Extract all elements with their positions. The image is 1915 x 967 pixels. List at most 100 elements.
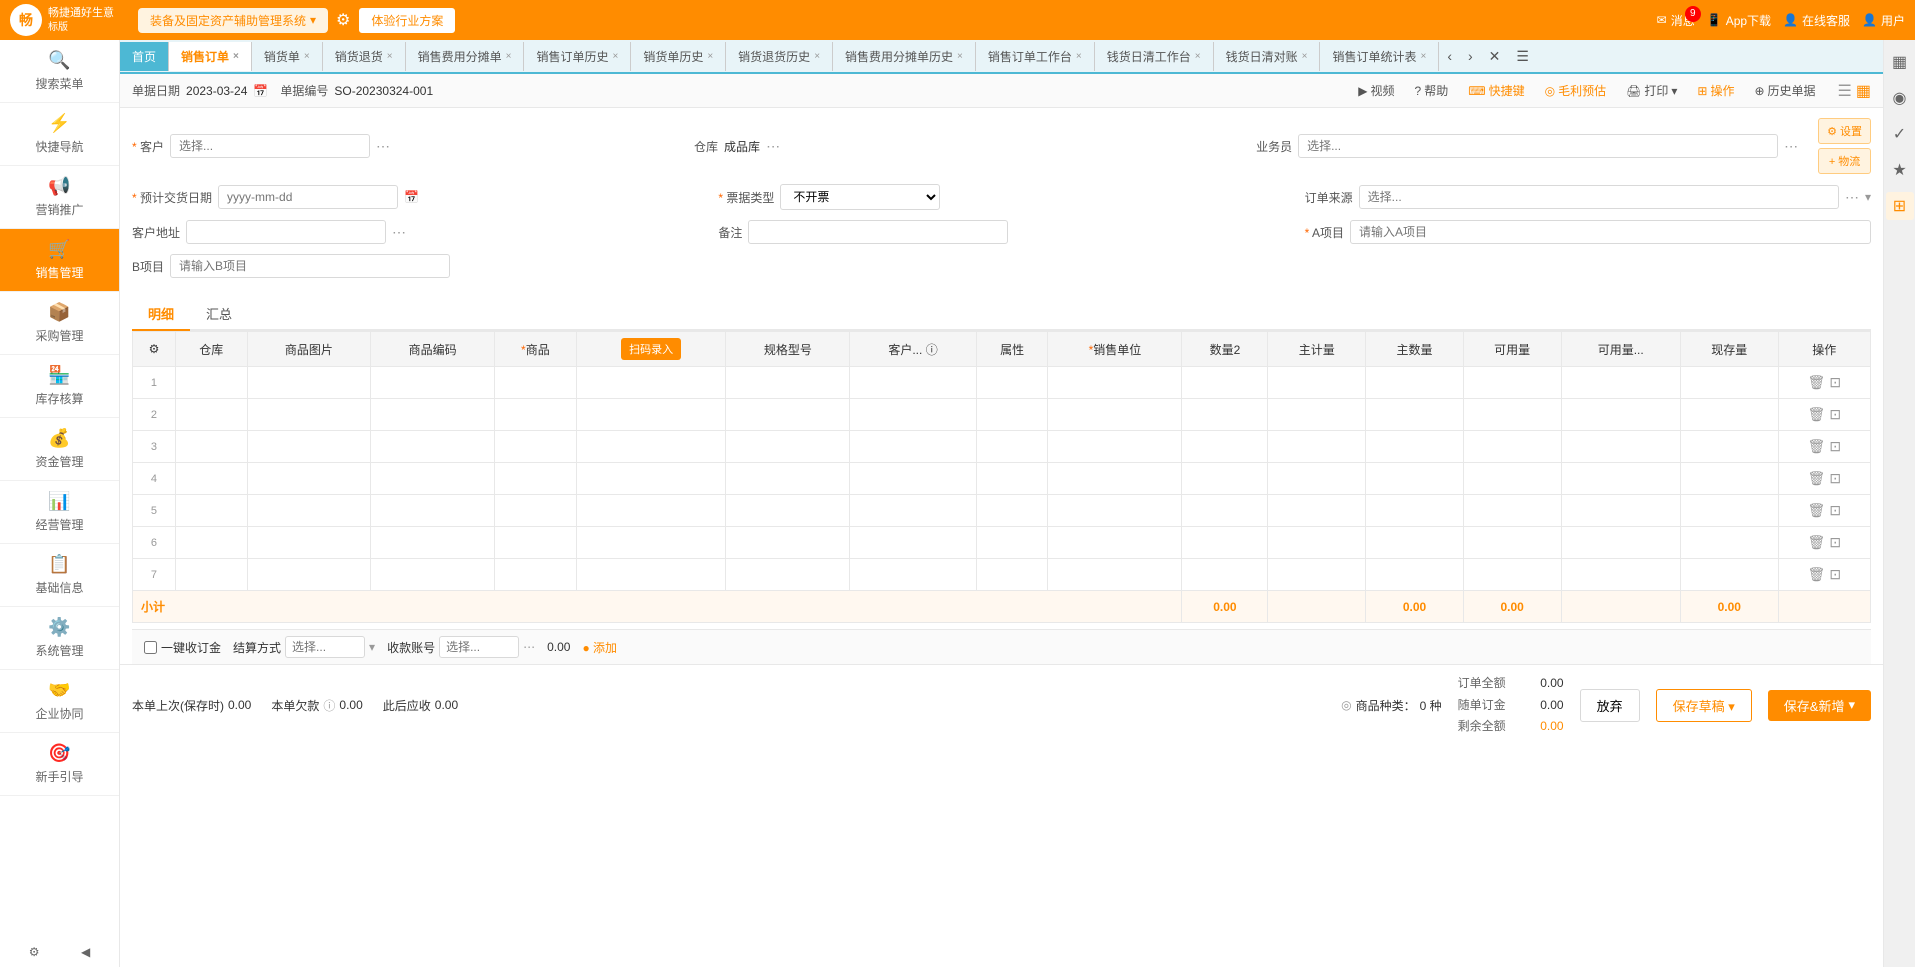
tab-sales-expense-history[interactable]: 销售费用分摊单历史 × <box>833 42 976 71</box>
calendar-icon-delivery[interactable]: 📅 <box>404 190 419 204</box>
history-btn[interactable]: ⊕ 历史单据 <box>1748 80 1821 101</box>
discard-btn[interactable]: 放弃 <box>1580 689 1640 722</box>
delete-row-4-icon[interactable]: 🗑 <box>1808 470 1826 487</box>
ops-btn[interactable]: ⊞ 操作 <box>1691 80 1740 101</box>
b-project-input[interactable] <box>170 254 450 278</box>
copy-row-3-icon[interactable]: ⊡ <box>1829 438 1841 455</box>
tab-sales-expense[interactable]: 销售费用分摊单 × <box>406 42 525 71</box>
delete-row-5-icon[interactable]: 🗑 <box>1808 502 1826 519</box>
close-tab-sales-return-hist2[interactable]: × <box>814 51 820 62</box>
tab-sales-order[interactable]: 销售订单 × <box>169 42 252 71</box>
tab-sales-order-history[interactable]: 销售订单历史 × <box>524 42 631 71</box>
remark-input[interactable] <box>748 220 1008 244</box>
tab-close-all-btn[interactable]: ✕ <box>1481 44 1509 69</box>
staff-more-icon[interactable]: ⋯ <box>1784 138 1798 155</box>
sidebar-item-finance[interactable]: 💰 资金管理 <box>0 418 119 481</box>
staff-input[interactable] <box>1298 134 1778 158</box>
layout-grid-icon[interactable]: ▦ <box>1856 81 1871 101</box>
tab-sales-return-hist2[interactable]: 销货退货历史 × <box>726 42 833 71</box>
copy-row-4-icon[interactable]: ⊡ <box>1829 470 1841 487</box>
tab-sales-stats[interactable]: 销售订单统计表 × <box>1320 42 1439 71</box>
row-sales-unit-1[interactable] <box>1048 367 1182 399</box>
tab-sales-return2[interactable]: 销货退货 × <box>323 42 406 71</box>
tab-cash-daily[interactable]: 钱货日清工作台 × <box>1095 42 1214 71</box>
app-download-btn[interactable]: 📱 App下载 <box>1707 12 1771 29</box>
address-input[interactable] <box>186 220 386 244</box>
chevron-down-icon-source[interactable]: ▾ <box>1865 190 1871 204</box>
tab-sales-return[interactable]: 销货单 × <box>252 42 323 71</box>
view-btn[interactable]: ▶ 视频 <box>1352 80 1400 101</box>
close-tab-cash-daily[interactable]: × <box>1195 51 1201 62</box>
copy-row-2-icon[interactable]: ⊡ <box>1829 406 1841 423</box>
close-tab-sales-return[interactable]: × <box>304 51 310 62</box>
tab-next-btn[interactable]: › <box>1460 44 1481 68</box>
right-panel-scan-icon[interactable]: ⊞ <box>1886 192 1914 220</box>
right-panel-check-icon[interactable]: ✓ <box>1886 120 1914 148</box>
row-attributes-1[interactable] <box>976 367 1048 399</box>
sidebar-item-purchase[interactable]: 📦 采购管理 <box>0 292 119 355</box>
sidebar-item-operations[interactable]: 📊 经营管理 <box>0 481 119 544</box>
row-warehouse-1[interactable] <box>175 367 247 399</box>
close-tab-sales-order-history[interactable]: × <box>612 51 618 62</box>
system-title[interactable]: 装备及固定资产辅助管理系统 ▾ <box>138 8 328 33</box>
sidebar-collapse-icon[interactable]: ◀ <box>81 945 90 959</box>
delivery-input[interactable] <box>218 185 398 209</box>
close-tab-sales-stats[interactable]: × <box>1420 51 1426 62</box>
th-settings[interactable]: ⚙ <box>133 332 176 367</box>
copy-row-5-icon[interactable]: ⊡ <box>1829 502 1841 519</box>
sidebar-item-system[interactable]: ⚙️ 系统管理 <box>0 607 119 670</box>
profit-btn[interactable]: ◎ 毛利预估 <box>1539 80 1613 101</box>
account-more-icon[interactable]: ⋯ <box>523 640 535 654</box>
print-btn[interactable]: 🖨 打印 ▾ <box>1620 80 1683 101</box>
solution-btn[interactable]: 体验行业方案 <box>358 7 456 34</box>
online-service-btn[interactable]: 👤 在线客服 <box>1783 12 1850 29</box>
detail-tab-detail[interactable]: 明细 <box>132 298 190 331</box>
close-tab-sales-order-workbench[interactable]: × <box>1076 51 1082 62</box>
row-main-qty-1[interactable] <box>1366 367 1464 399</box>
settings-icon-btn[interactable]: ⚙ <box>336 10 350 30</box>
sidebar-item-sales[interactable]: 🛒 销售管理 <box>0 229 119 292</box>
row-qty2-1[interactable] <box>1182 367 1268 399</box>
delete-row-7-icon[interactable]: 🗑 <box>1808 566 1826 583</box>
date-value[interactable]: 2023-03-24 <box>186 84 247 98</box>
save-new-chevron-icon[interactable]: ▾ <box>1848 697 1855 713</box>
close-tab-sales-return-history[interactable]: × <box>707 51 713 62</box>
tab-cash-reconcile[interactable]: 钱货日清对账 × <box>1214 42 1321 71</box>
layout-list-icon[interactable]: ☰ <box>1838 81 1852 101</box>
close-tab-sales-expense[interactable]: × <box>506 51 512 62</box>
customer-more-icon[interactable]: ⋯ <box>376 138 390 155</box>
user-btn[interactable]: 👤 用户 <box>1862 12 1905 29</box>
close-tab-sales-order[interactable]: × <box>233 51 239 62</box>
ticket-select[interactable]: 不开票 <box>780 184 940 210</box>
sidebar-item-quick-nav[interactable]: ⚡ 快捷导航 <box>0 103 119 166</box>
help-btn[interactable]: ? 帮助 <box>1409 80 1455 101</box>
tab-prev-btn[interactable]: ‹ <box>1439 44 1460 68</box>
order-source-input[interactable] <box>1359 185 1839 209</box>
calendar-icon[interactable]: 📅 <box>253 84 268 98</box>
right-panel-star-icon[interactable]: ★ <box>1886 156 1914 184</box>
row-code-1[interactable] <box>371 367 495 399</box>
sidebar-item-inventory[interactable]: 🏪 库存核算 <box>0 355 119 418</box>
save-draft-chevron-icon[interactable]: ▾ <box>1728 699 1735 714</box>
sidebar-item-marketing[interactable]: 📢 营销推广 <box>0 166 119 229</box>
delete-row-6-icon[interactable]: 🗑 <box>1808 534 1826 551</box>
copy-row-6-icon[interactable]: ⊡ <box>1829 534 1841 551</box>
right-panel-grid-icon[interactable]: ▦ <box>1886 48 1914 76</box>
account-input[interactable] <box>439 636 519 658</box>
row-product-1[interactable] <box>494 367 576 399</box>
warehouse-value[interactable]: 成品库 <box>724 138 760 155</box>
one-click-checkbox[interactable] <box>144 641 157 654</box>
save-new-btn[interactable]: 保存&新增 ▾ <box>1768 690 1871 721</box>
add-btn[interactable]: ● 添加 <box>582 639 617 656</box>
sidebar-gear-icon[interactable]: ⚙ <box>29 945 40 959</box>
row-spec-1[interactable] <box>726 367 850 399</box>
tab-sales-order-workbench[interactable]: 销售订单工作台 × <box>976 42 1095 71</box>
copy-row-7-icon[interactable]: ⊡ <box>1829 566 1841 583</box>
sidebar-item-cooperation[interactable]: 🤝 企业协同 <box>0 670 119 733</box>
delete-row-3-icon[interactable]: 🗑 <box>1808 438 1826 455</box>
close-tab-sales-return2[interactable]: × <box>387 51 393 62</box>
row-customer-code-1[interactable] <box>850 367 977 399</box>
payment-method-input[interactable] <box>285 636 365 658</box>
sidebar-item-guide[interactable]: 🎯 新手引导 <box>0 733 119 796</box>
save-draft-btn[interactable]: 保存草稿 ▾ <box>1656 689 1752 722</box>
